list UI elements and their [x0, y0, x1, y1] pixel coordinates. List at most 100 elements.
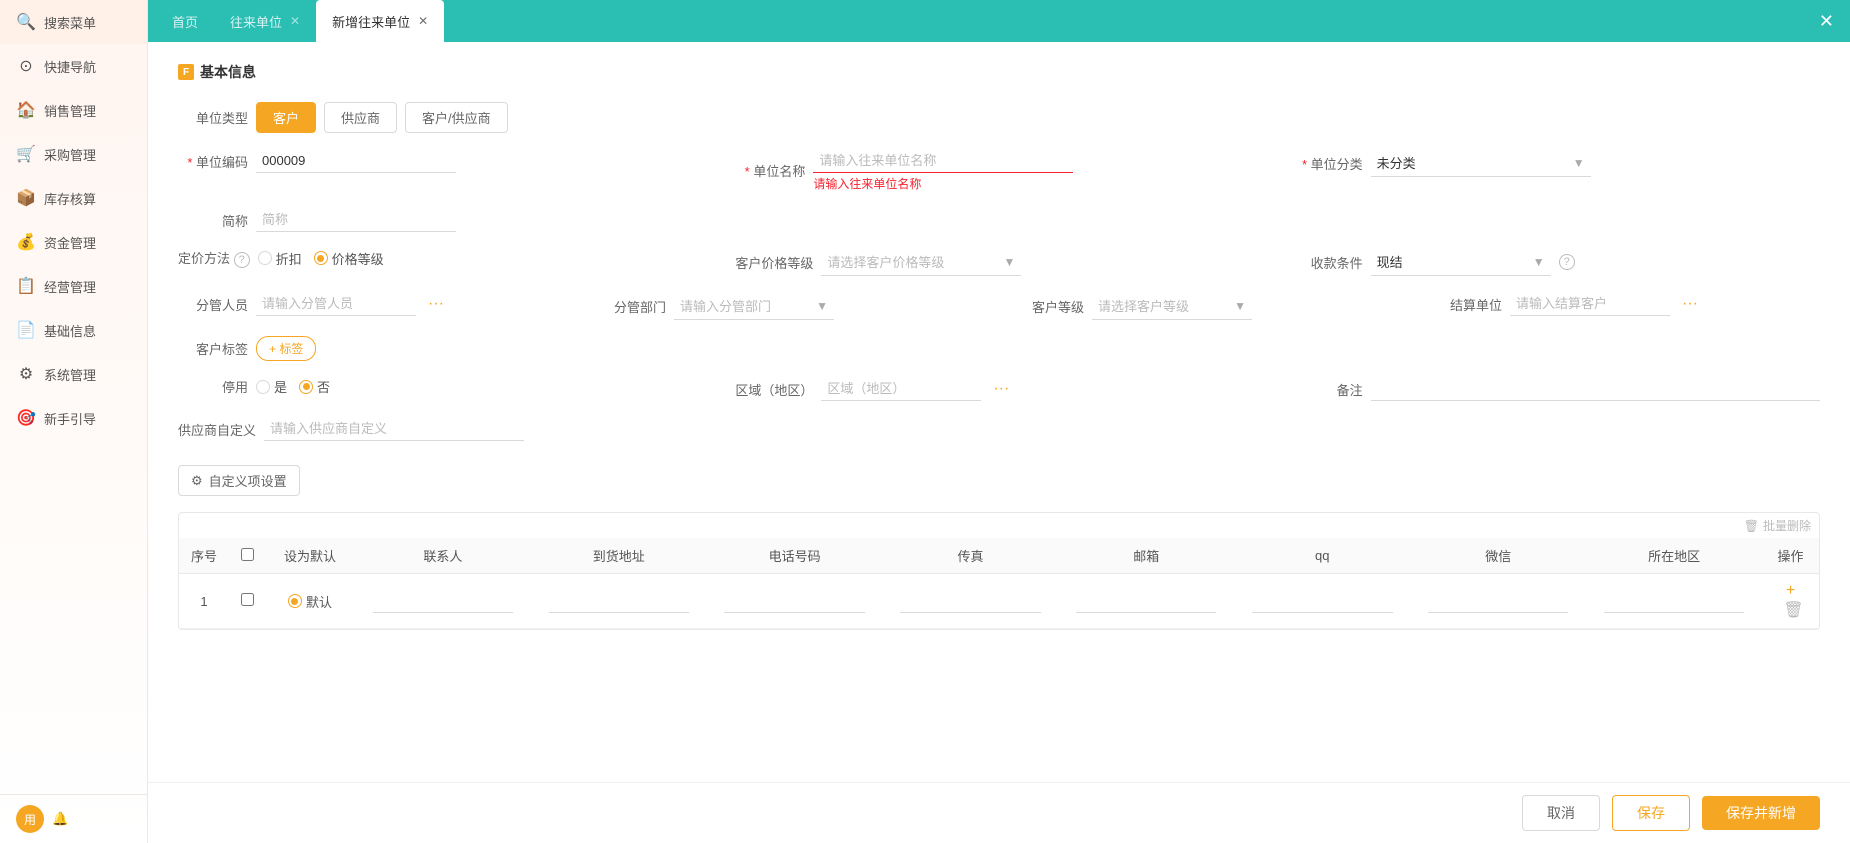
settlement-unit-more-btn[interactable]: ··· [1678, 295, 1702, 313]
sidebar-item-search[interactable]: 🔍 搜索菜单 [0, 0, 147, 44]
unit-type-supplier-btn[interactable]: 供应商 [324, 102, 397, 133]
pricing-method-label: 定价方法 ? [178, 248, 250, 268]
select-all-checkbox[interactable] [241, 548, 254, 561]
payment-terms-label: 收款条件 [1293, 253, 1363, 272]
delete-row-button[interactable]: 🗑 [1783, 602, 1803, 619]
sidebar-item-label: 新手引导 [44, 409, 96, 428]
settlement-unit-input[interactable] [1510, 292, 1670, 316]
sidebar-item-purchase[interactable]: 🛒 采购管理 [0, 132, 147, 176]
customer-level-chevron: ▼ [1234, 299, 1246, 313]
save-and-add-button[interactable]: 保存并新增 [1702, 796, 1820, 830]
pricing-row: 定价方法 ? 折扣 价格等级 客户价格等级 [178, 248, 1820, 276]
sidebar-item-guide[interactable]: 🎯 新手引导 [0, 396, 147, 440]
disabled-radios: 是 否 [256, 377, 330, 396]
tab-partners[interactable]: 往来单位 ✕ [214, 0, 316, 42]
system-icon: ⚙ [16, 364, 36, 384]
region-more-btn[interactable]: ··· [989, 380, 1013, 398]
pricing-level-radio[interactable]: 价格等级 [314, 249, 384, 268]
manager-field: 分管人员 ··· [178, 292, 566, 316]
region-input[interactable] [821, 377, 981, 401]
customer-level-select[interactable]: 请选择客户等级 ▼ [1092, 292, 1252, 320]
manager-input[interactable] [256, 292, 416, 316]
row-fax-input[interactable] [900, 589, 1040, 613]
col-checkbox [229, 538, 265, 574]
row-checkbox-input[interactable] [241, 593, 254, 606]
purchase-icon: 🛒 [16, 144, 36, 164]
tag-row: 客户标签 + 标签 [178, 336, 1820, 361]
unit-category-chevron: ▼ [1573, 156, 1585, 170]
disabled-yes-radio[interactable]: 是 [256, 377, 287, 396]
row-location-input[interactable] [1604, 589, 1744, 613]
sidebar-item-inventory[interactable]: 📦 库存核算 [0, 176, 147, 220]
unit-type-both-btn[interactable]: 客户/供应商 [405, 102, 508, 133]
cancel-button[interactable]: 取消 [1522, 795, 1600, 831]
remarks-input[interactable] [1371, 377, 1820, 401]
customer-price-level-select[interactable]: 请选择客户价格等级 ▼ [821, 248, 1021, 276]
add-row-button[interactable]: + [1786, 582, 1795, 599]
unit-name-input[interactable] [813, 149, 1073, 173]
tag-field: 客户标签 + 标签 [178, 336, 1820, 361]
disabled-no-radio[interactable]: 否 [299, 377, 330, 396]
guide-icon: 🎯 [16, 408, 36, 428]
region-field: 区域（地区） ··· [735, 377, 1262, 401]
batch-delete-btn[interactable]: 🗑 批量删除 [179, 513, 1819, 538]
section-title-text: 基本信息 [200, 62, 256, 82]
tab-new-partner-close[interactable]: ✕ [418, 14, 428, 28]
manager-label: 分管人员 [178, 295, 248, 314]
department-chevron: ▼ [816, 299, 828, 313]
unit-code-input[interactable] [256, 149, 456, 173]
pricing-discount-circle [258, 251, 272, 265]
window-close-button[interactable]: ✕ [1811, 11, 1842, 32]
short-name-input[interactable] [256, 208, 456, 232]
row-address-input[interactable] [549, 589, 689, 613]
add-tag-button[interactable]: + 标签 [256, 336, 316, 361]
pricing-help-icon[interactable]: ? [234, 252, 250, 268]
department-select[interactable]: 请输入分管部门 ▼ [674, 292, 834, 320]
row-qq-input[interactable] [1252, 589, 1392, 613]
sidebar-item-finance[interactable]: 💰 资金管理 [0, 220, 147, 264]
payment-terms-help-icon[interactable]: ? [1559, 254, 1575, 270]
col-no: 序号 [179, 538, 229, 574]
table-row: 1 默认 [179, 574, 1819, 629]
row-action: + 🗑 [1762, 574, 1819, 629]
row-email-input[interactable] [1076, 589, 1216, 613]
section-basic-info: F 基本信息 [178, 62, 1820, 82]
sidebar-item-basic[interactable]: 📄 基础信息 [0, 308, 147, 352]
gear-icon: ⚙ [191, 473, 203, 489]
tab-home[interactable]: 首页 [156, 0, 214, 42]
save-button[interactable]: 保存 [1612, 795, 1690, 831]
sidebar-item-sales[interactable]: 🏠 销售管理 [0, 88, 147, 132]
supplier-custom-input[interactable] [264, 417, 524, 441]
customer-price-level-chevron: ▼ [1003, 255, 1015, 269]
payment-terms-select[interactable]: 现结 ▼ [1371, 248, 1551, 276]
section-icon: F [178, 64, 194, 80]
sidebar-bottom: 用 🔔 [0, 794, 147, 843]
sidebar-item-system[interactable]: ⚙ 系统管理 [0, 352, 147, 396]
short-name-label: 简称 [178, 211, 248, 230]
supplier-custom-field: 供应商自定义 [178, 417, 1820, 441]
row-contact-input[interactable] [373, 589, 513, 613]
short-name-row: 简称 [178, 208, 1820, 232]
sidebar-item-shortcut[interactable]: ⊙ 快捷导航 [0, 44, 147, 88]
pricing-discount-radio[interactable]: 折扣 [258, 249, 302, 268]
unit-type-customer-btn[interactable]: 客户 [256, 102, 316, 133]
basic-icon: 📄 [16, 320, 36, 340]
tab-partners-close[interactable]: ✕ [290, 14, 300, 28]
tab-new-partner[interactable]: 新增往来单位 ✕ [316, 0, 444, 42]
row-wechat-input[interactable] [1428, 589, 1568, 613]
unit-type-label: 单位类型 [178, 108, 248, 127]
col-qq: qq [1234, 538, 1410, 574]
custom-settings-button[interactable]: ⚙ 自定义项设置 [178, 465, 300, 496]
col-contact: 联系人 [355, 538, 531, 574]
unit-category-field: 单位分类 未分类 ▼ [1293, 149, 1820, 177]
pricing-method-radios: 折扣 价格等级 [258, 249, 384, 268]
col-email: 邮箱 [1058, 538, 1234, 574]
unit-name-wrapper: 请输入往来单位名称 [813, 149, 1262, 192]
unit-category-select[interactable]: 未分类 ▼ [1371, 149, 1591, 177]
customer-price-level-label: 客户价格等级 [735, 253, 813, 272]
sidebar-item-operations[interactable]: 📋 经营管理 [0, 264, 147, 308]
manager-more-btn[interactable]: ··· [424, 295, 448, 313]
row-phone-input[interactable] [724, 589, 864, 613]
col-address: 到货地址 [531, 538, 707, 574]
settlement-unit-label: 结算单位 [1432, 295, 1502, 314]
